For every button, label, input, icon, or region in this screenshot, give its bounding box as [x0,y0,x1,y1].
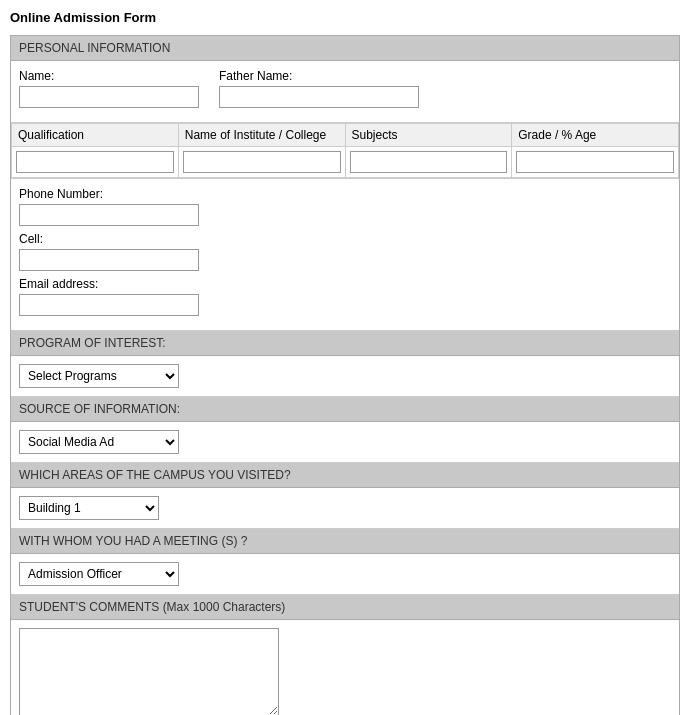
father-name-label: Father Name: [219,69,419,83]
admission-form: PERSONAL INFORMATION Name: Father Name: … [10,35,680,715]
program-body: Select Programs BS Computer Science BS I… [11,356,679,397]
page-wrapper: Online Admission Form PERSONAL INFORMATI… [10,10,699,715]
meeting-select[interactable]: Admission Officer Director Dean Faculty … [19,562,179,586]
meeting-header: WITH WHOM YOU HAD A MEETING (S) ? [11,529,679,554]
father-name-input[interactable] [219,86,419,108]
comments-body [11,620,679,715]
name-group: Name: [19,69,199,108]
campus-dropdown-row: Building 1 Building 2 Library Labs Cafet… [19,496,671,520]
table-row [12,147,679,178]
phone-label: Phone Number: [19,187,671,201]
meeting-dropdown-row: Admission Officer Director Dean Faculty … [19,562,671,586]
qualification-section: Qualification Name of Institute / Colleg… [11,123,679,179]
comments-header: STUDENT'S COMMENTS (Max 1000 Characters) [11,595,679,620]
program-select[interactable]: Select Programs BS Computer Science BS I… [19,364,179,388]
comments-textarea[interactable] [19,628,279,715]
name-row: Name: Father Name: [19,69,671,108]
qualification-table: Qualification Name of Institute / Colleg… [11,123,679,178]
source-header: SOURCE OF INFORMATION: [11,397,679,422]
cell-input[interactable] [19,249,199,271]
program-header: PROGRAM OF INTEREST: [11,331,679,356]
col-qualification: Qualification [12,124,179,147]
source-select[interactable]: Social Media Ad Newspaper Friend Website… [19,430,179,454]
cell-label: Cell: [19,232,671,246]
campus-header: WHICH AREAS OF THE CAMPUS YOU VISITED? [11,463,679,488]
email-label: Email address: [19,277,671,291]
col-grade: Grade / % Age [512,124,679,147]
program-dropdown-row: Select Programs BS Computer Science BS I… [19,364,671,388]
name-label: Name: [19,69,199,83]
email-input[interactable] [19,294,199,316]
page-title: Online Admission Form [10,10,699,25]
source-body: Social Media Ad Newspaper Friend Website… [11,422,679,463]
personal-info-body: Name: Father Name: [11,61,679,123]
campus-select[interactable]: Building 1 Building 2 Library Labs Cafet… [19,496,159,520]
personal-info-header: PERSONAL INFORMATION [11,36,679,61]
subjects-input[interactable] [350,151,508,173]
grade-input[interactable] [516,151,674,173]
col-subjects: Subjects [345,124,512,147]
meeting-body: Admission Officer Director Dean Faculty … [11,554,679,595]
col-institute: Name of Institute / College [178,124,345,147]
name-input[interactable] [19,86,199,108]
father-name-group: Father Name: [219,69,419,108]
institute-input[interactable] [183,151,341,173]
contact-section: Phone Number: Cell: Email address: [11,179,679,331]
campus-body: Building 1 Building 2 Library Labs Cafet… [11,488,679,529]
phone-input[interactable] [19,204,199,226]
qualification-input[interactable] [16,151,174,173]
source-dropdown-row: Social Media Ad Newspaper Friend Website… [19,430,671,454]
